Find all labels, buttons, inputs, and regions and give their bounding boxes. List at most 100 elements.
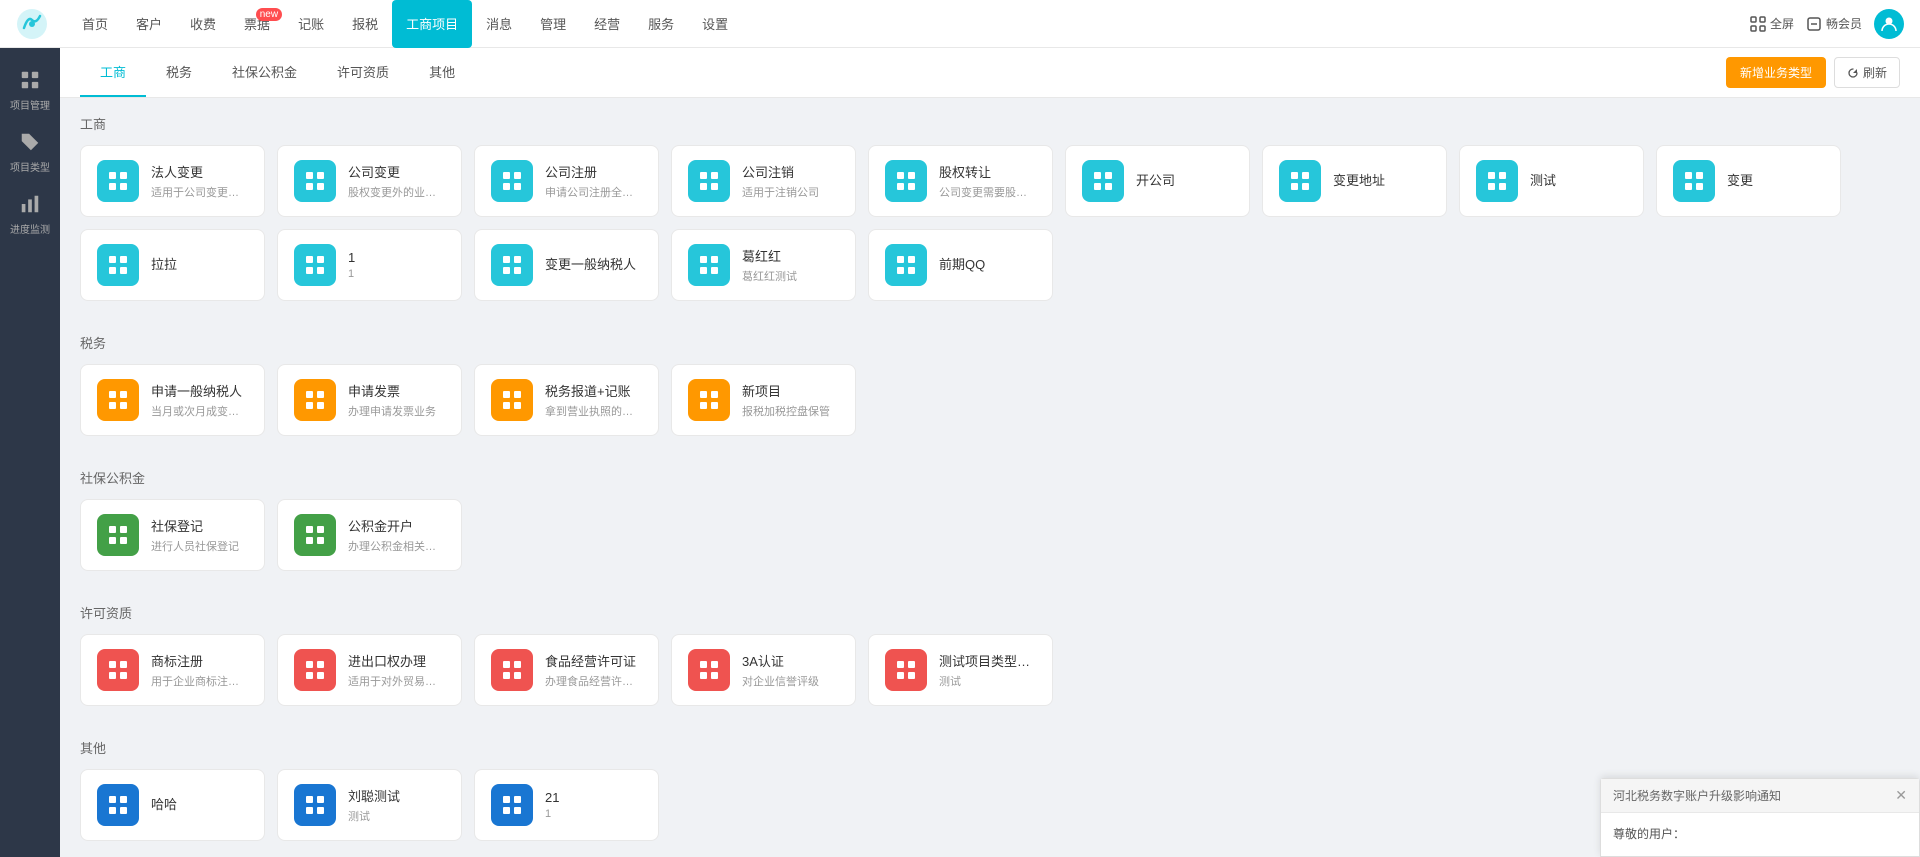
card-item[interactable]: 申请一般纳税人 当月或次月成变更完成: [80, 364, 265, 436]
card-item[interactable]: 变更一般纳税人: [474, 229, 659, 301]
fullscreen-btn[interactable]: 全屏: [1750, 15, 1794, 32]
nav-payment[interactable]: 收费: [176, 0, 230, 48]
sidebar-label-project-manage: 项目管理: [10, 97, 50, 112]
card-icon: [1673, 160, 1715, 202]
card-item[interactable]: 葛红红 葛红红测试: [671, 229, 856, 301]
card-item[interactable]: 前期QQ: [868, 229, 1053, 301]
card-icon: [491, 649, 533, 691]
card-icon: [688, 649, 730, 691]
card-item[interactable]: 哈哈: [80, 769, 265, 841]
card-item[interactable]: 公司注册 申请公司注册全流程: [474, 145, 659, 217]
card-item[interactable]: 刘聪测试 测试: [277, 769, 462, 841]
card-title: 申请一般纳税人: [151, 381, 248, 400]
card-item[interactable]: 变更: [1656, 145, 1841, 217]
card-icon: [97, 160, 139, 202]
sidebar-item-project-type[interactable]: 项目类型: [0, 120, 60, 182]
card-sub: 适用于公司变更法人: [151, 184, 248, 200]
card-item[interactable]: 法人变更 适用于公司变更法人: [80, 145, 265, 217]
card-title: 变更地址: [1333, 170, 1430, 189]
nav-business[interactable]: 工商项目: [392, 0, 472, 48]
card-sub: 进行人员社保登记: [151, 538, 248, 554]
nav-manage[interactable]: 管理: [526, 0, 580, 48]
tab-shebao[interactable]: 社保公积金: [212, 48, 317, 97]
card-sub: 当月或次月成变更完成: [151, 403, 248, 419]
tab-xuke[interactable]: 许可资质: [317, 48, 409, 97]
card-sub: 适用于注销公司: [742, 184, 839, 200]
card-item[interactable]: 申请发票 办理申请发票业务: [277, 364, 462, 436]
card-title: 公司注册: [545, 162, 642, 181]
card-title: 1: [348, 250, 445, 265]
card-item[interactable]: 商标注册 用于企业商标注册服务: [80, 634, 265, 706]
nav-ticket[interactable]: 票据 new: [230, 0, 284, 48]
tab-shuiwu[interactable]: 税务: [146, 48, 212, 97]
tab-qita[interactable]: 其他: [409, 48, 475, 97]
refresh-button[interactable]: 刷新: [1834, 57, 1900, 88]
avatar[interactable]: [1874, 9, 1904, 39]
grid-icon: [16, 66, 44, 94]
sidebar-item-project-manage[interactable]: 项目管理: [0, 58, 60, 120]
member-btn[interactable]: 畅会员: [1806, 15, 1862, 32]
card-info: 社保登记 进行人员社保登记: [151, 516, 248, 554]
new-type-button[interactable]: 新增业务类型: [1726, 57, 1826, 88]
card-info: 变更: [1727, 170, 1824, 192]
card-item[interactable]: 1 1: [277, 229, 462, 301]
tab-gongshang[interactable]: 工商: [80, 48, 146, 97]
cards-gongshang: 法人变更 适用于公司变更法人 公司变更 股权变更外的业务变更: [80, 145, 1900, 301]
card-icon: [491, 244, 533, 286]
section-title-gongshang: 工商: [80, 114, 1900, 133]
sidebar-item-progress[interactable]: 进度监测: [0, 182, 60, 244]
chat-title: 河北税务数字账户升级影响通知: [1613, 787, 1781, 804]
card-info: 股权转让 公司变更需要股权转让: [939, 162, 1036, 200]
logo[interactable]: [16, 8, 48, 40]
card-title: 社保登记: [151, 516, 248, 535]
nav-message[interactable]: 消息: [472, 0, 526, 48]
main-content: 工商 税务 社保公积金 许可资质 其他 新增业务类型 刷新 工商: [60, 48, 1920, 857]
nav-service[interactable]: 服务: [634, 0, 688, 48]
card-info: 申请一般纳税人 当月或次月成变更完成: [151, 381, 248, 419]
section-shebao: 社保公积金 社保登记 进行人员社保登记: [60, 452, 1920, 571]
nav-settings[interactable]: 设置: [688, 0, 742, 48]
card-title: 变更: [1727, 170, 1824, 189]
card-item[interactable]: 公积金开户 办理公积金相关业务: [277, 499, 462, 571]
card-sub: 适用于对外贸易经营者: [348, 673, 445, 689]
nav-operation[interactable]: 经营: [580, 0, 634, 48]
card-item[interactable]: 3A认证 对企业信誉评级: [671, 634, 856, 706]
card-sub: 公司变更需要股权转让: [939, 184, 1036, 200]
card-sub: 对企业信誉评级: [742, 673, 839, 689]
card-sub: 1: [545, 808, 642, 820]
card-item[interactable]: 税务报道+记账 拿到营业执照的新公司: [474, 364, 659, 436]
card-item[interactable]: 食品经营许可证 办理食品经营许可证: [474, 634, 659, 706]
card-info: 法人变更 适用于公司变更法人: [151, 162, 248, 200]
card-item[interactable]: 社保登记 进行人员社保登记: [80, 499, 265, 571]
card-item[interactable]: 股权转让 公司变更需要股权转让: [868, 145, 1053, 217]
card-info: 前期QQ: [939, 254, 1036, 276]
card-info: 变更一般纳税人: [545, 254, 642, 276]
card-item[interactable]: 测试: [1459, 145, 1644, 217]
nav-tax[interactable]: 报税: [338, 0, 392, 48]
card-icon: [97, 649, 139, 691]
nav-home[interactable]: 首页: [68, 0, 122, 48]
cards-shebao: 社保登记 进行人员社保登记 公积金开户 办理公积金相关业务: [80, 499, 1900, 571]
card-item[interactable]: 新项目 报税加税控盘保管: [671, 364, 856, 436]
nav-client[interactable]: 客户: [122, 0, 176, 48]
card-item[interactable]: 开公司: [1065, 145, 1250, 217]
chat-close-button[interactable]: ✕: [1895, 787, 1907, 804]
card-item[interactable]: 测试项目类型目定义 测试: [868, 634, 1053, 706]
card-icon: [294, 784, 336, 826]
card-info: 新项目 报税加税控盘保管: [742, 381, 839, 419]
card-title: 税务报道+记账: [545, 381, 642, 400]
nav-bookkeeping[interactable]: 记账: [284, 0, 338, 48]
card-title: 葛红红: [742, 246, 839, 265]
chat-body: 尊敬的用户：: [1601, 813, 1919, 856]
card-item[interactable]: 公司注销 适用于注销公司: [671, 145, 856, 217]
card-title: 食品经营许可证: [545, 651, 642, 670]
card-icon: [294, 379, 336, 421]
card-item[interactable]: 进出口权办理 适用于对外贸易经营者: [277, 634, 462, 706]
card-item[interactable]: 公司变更 股权变更外的业务变更: [277, 145, 462, 217]
card-icon: [97, 514, 139, 556]
card-item[interactable]: 21 1: [474, 769, 659, 841]
card-item[interactable]: 变更地址: [1262, 145, 1447, 217]
card-info: 测试: [1530, 170, 1627, 192]
card-info: 公司变更 股权变更外的业务变更: [348, 162, 445, 200]
card-item[interactable]: 拉拉: [80, 229, 265, 301]
